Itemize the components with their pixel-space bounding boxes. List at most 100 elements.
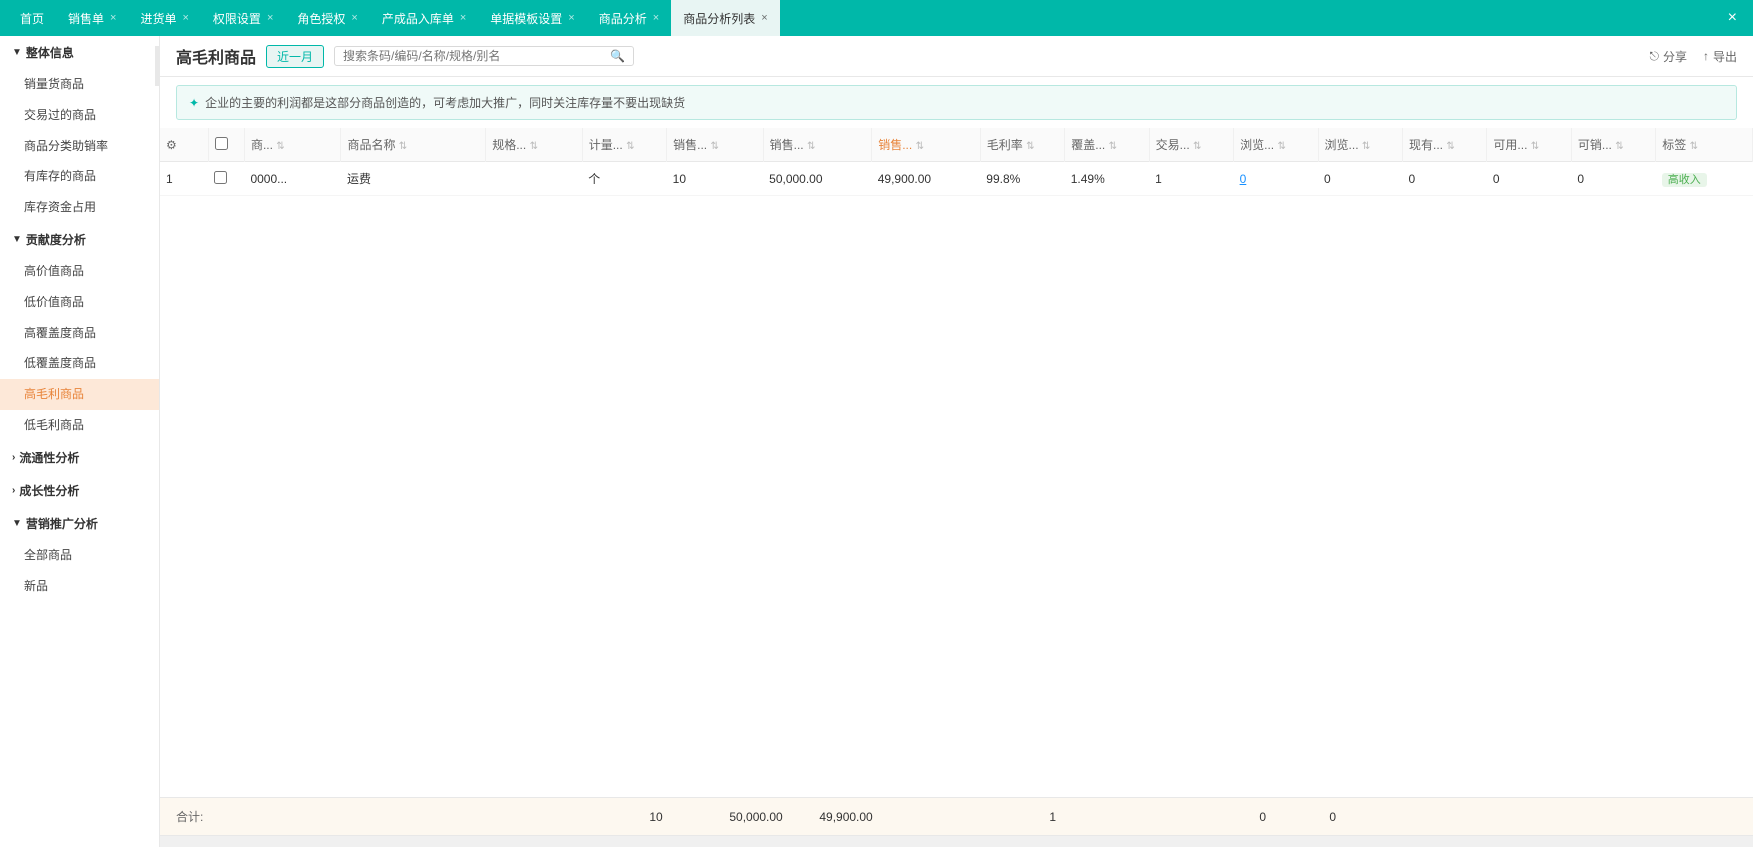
sort-icon-tag[interactable]: ⇅ <box>1690 141 1698 152</box>
th-rate[interactable]: 毛利率 ⇅ <box>980 128 1064 162</box>
nav-tab-purchase-close[interactable]: × <box>182 12 188 24</box>
nav-tab-sales-close[interactable]: × <box>110 12 116 24</box>
filter-recent-month-button[interactable]: 近一月 <box>266 45 324 68</box>
sort-icon-unit[interactable]: ⇅ <box>626 141 634 152</box>
th-sell[interactable]: 可销... ⇅ <box>1571 128 1655 162</box>
sidebar-item-low-coverage[interactable]: 低覆盖度商品 <box>0 348 159 379</box>
nav-tab-product-storage[interactable]: 产成品入库单 × <box>370 0 478 36</box>
sidebar-item-traded-goods[interactable]: 交易过的商品 <box>0 100 159 131</box>
sidebar-item-high-value[interactable]: 高价值商品 <box>0 256 159 287</box>
footer-avail: 0 <box>1323 810 1393 824</box>
sidebar-group-overall[interactable]: ▼ 整体信息 <box>0 36 159 69</box>
sort-icon-avail[interactable]: ⇅ <box>1531 141 1539 152</box>
nav-tab-template-close[interactable]: × <box>568 12 574 24</box>
sidebar-item-stock-goods[interactable]: 有库存的商品 <box>0 161 159 192</box>
nav-tab-permission[interactable]: 权限设置 × <box>201 0 285 36</box>
nav-tab-analysis[interactable]: 商品分析 × <box>587 0 671 36</box>
nav-tab-product-storage-close[interactable]: × <box>460 12 466 24</box>
nav-tab-purchase[interactable]: 进货单 × <box>128 0 200 36</box>
footer-cell-check <box>263 810 293 824</box>
select-all-checkbox[interactable] <box>215 137 228 150</box>
sidebar-group-growth-arrow: › <box>12 485 15 496</box>
export-icon: ↑ <box>1703 49 1709 63</box>
th-avail[interactable]: 可用... ⇅ <box>1487 128 1571 162</box>
th-sales1[interactable]: 销售... ⇅ <box>667 128 764 162</box>
th-browse2[interactable]: 浏览... ⇅ <box>1318 128 1402 162</box>
sort-icon-spec[interactable]: ⇅ <box>530 141 538 152</box>
sort-icon-sales3[interactable]: ⇅ <box>916 141 924 152</box>
cell-check[interactable] <box>208 162 244 196</box>
nav-tab-template-label: 单据模板设置 <box>490 10 562 27</box>
nav-tab-purchase-label: 进货单 <box>140 10 176 27</box>
sidebar-item-all-goods[interactable]: 全部商品 <box>0 540 159 571</box>
banner-text: 企业的主要的利润都是这部分商品创造的，可考虑加大推广，同时关注库存量不要出现缺货 <box>205 94 685 111</box>
sort-icon-browse2[interactable]: ⇅ <box>1362 141 1370 152</box>
sidebar-item-stock-capital[interactable]: 库存资金占用 <box>0 192 159 223</box>
th-sales2[interactable]: 销售... ⇅ <box>763 128 872 162</box>
sort-icon-exist[interactable]: ⇅ <box>1446 141 1454 152</box>
nav-tab-role[interactable]: 角色授权 × <box>285 0 369 36</box>
nav-tab-analysis-list-close[interactable]: × <box>761 12 767 24</box>
th-settings[interactable]: ⚙ <box>160 128 208 162</box>
footer-cell-num <box>223 810 263 824</box>
cell-sales3: 49,900.00 <box>872 162 981 196</box>
close-all-tabs[interactable]: × <box>1720 9 1745 27</box>
share-button[interactable]: ⎋ 分享 <box>1649 48 1687 65</box>
sidebar-group-marketing[interactable]: ▼ 营销推广分析 <box>0 507 159 540</box>
share-icon: ⎋ <box>1649 49 1659 64</box>
export-button[interactable]: ↑ 导出 <box>1703 48 1737 65</box>
sidebar-group-overall-arrow: ▼ <box>12 47 22 58</box>
th-check[interactable] <box>208 128 244 162</box>
sidebar-item-sales-goods[interactable]: 销量货商品 <box>0 69 159 100</box>
th-sales3[interactable]: 销售... ⇅ <box>872 128 981 162</box>
th-spec[interactable]: 规格... ⇅ <box>486 128 583 162</box>
sort-icon-rate[interactable]: ⇅ <box>1026 141 1034 152</box>
footer-sales3: 49,900.00 <box>813 810 903 824</box>
row-checkbox[interactable] <box>214 171 227 184</box>
cell-rate: 99.8% <box>980 162 1064 196</box>
cell-exist: 0 <box>1402 162 1486 196</box>
sort-icon-trade[interactable]: ⇅ <box>1193 141 1201 152</box>
sidebar-item-new-goods[interactable]: 新品 <box>0 571 159 602</box>
sidebar-item-high-margin[interactable]: 高毛利商品 <box>0 379 159 410</box>
sidebar-group-marketing-label: 营销推广分析 <box>26 515 98 532</box>
th-browse1[interactable]: 浏览... ⇅ <box>1234 128 1318 162</box>
content-area: 高毛利商品 近一月 🔍 ⎋ 分享 ↑ 导出 ✦ 企业的主要的利润都是这部分商品创… <box>160 36 1753 847</box>
sidebar-item-category-sales-rate[interactable]: 商品分类助销率 <box>0 131 159 162</box>
sidebar-collapse-button[interactable]: « <box>155 46 160 86</box>
th-exist[interactable]: 现有... ⇅ <box>1402 128 1486 162</box>
search-icon[interactable]: 🔍 <box>610 49 625 63</box>
th-tag[interactable]: 标签 ⇅ <box>1656 128 1753 162</box>
cell-code: 0000... <box>244 162 341 196</box>
sidebar-group-liquidity[interactable]: › 流通性分析 <box>0 441 159 474</box>
footer-cover <box>973 810 1043 824</box>
sort-icon-name[interactable]: ⇅ <box>399 141 407 152</box>
nav-tab-home[interactable]: 首页 <box>8 0 56 36</box>
nav-tab-analysis-list[interactable]: 商品分析列表 × <box>671 0 779 36</box>
th-name[interactable]: 商品名称 ⇅ <box>341 128 486 162</box>
cell-browse1[interactable]: 0 <box>1234 162 1318 196</box>
sidebar-group-contribution[interactable]: ▼ 贡献度分析 <box>0 223 159 256</box>
nav-tab-analysis-close[interactable]: × <box>653 12 659 24</box>
sort-icon-browse1[interactable]: ⇅ <box>1277 141 1285 152</box>
sort-icon-sales2[interactable]: ⇅ <box>807 141 815 152</box>
sidebar-group-growth[interactable]: › 成长性分析 <box>0 474 159 507</box>
sidebar-item-high-coverage[interactable]: 高覆盖度商品 <box>0 318 159 349</box>
nav-tab-role-close[interactable]: × <box>351 12 357 24</box>
th-unit[interactable]: 计量... ⇅ <box>582 128 666 162</box>
th-code[interactable]: 商... ⇅ <box>244 128 341 162</box>
sort-icon-sales1[interactable]: ⇅ <box>711 141 719 152</box>
sidebar-item-low-margin[interactable]: 低毛利商品 <box>0 410 159 441</box>
sort-icon-code[interactable]: ⇅ <box>276 141 284 152</box>
horizontal-scrollbar[interactable] <box>160 835 1753 847</box>
sidebar-item-low-value[interactable]: 低价值商品 <box>0 287 159 318</box>
nav-tab-sales[interactable]: 销售单 × <box>56 0 128 36</box>
sort-icon-cover[interactable]: ⇅ <box>1109 141 1117 152</box>
table-container[interactable]: ⚙ 商... ⇅ 商品名称 ⇅ 规格... ⇅ <box>160 128 1753 797</box>
nav-tab-template[interactable]: 单据模板设置 × <box>478 0 586 36</box>
sort-icon-sell[interactable]: ⇅ <box>1615 141 1623 152</box>
th-trade[interactable]: 交易... ⇅ <box>1149 128 1233 162</box>
th-cover[interactable]: 覆盖... ⇅ <box>1065 128 1149 162</box>
search-input[interactable] <box>343 49 610 63</box>
nav-tab-permission-close[interactable]: × <box>267 12 273 24</box>
